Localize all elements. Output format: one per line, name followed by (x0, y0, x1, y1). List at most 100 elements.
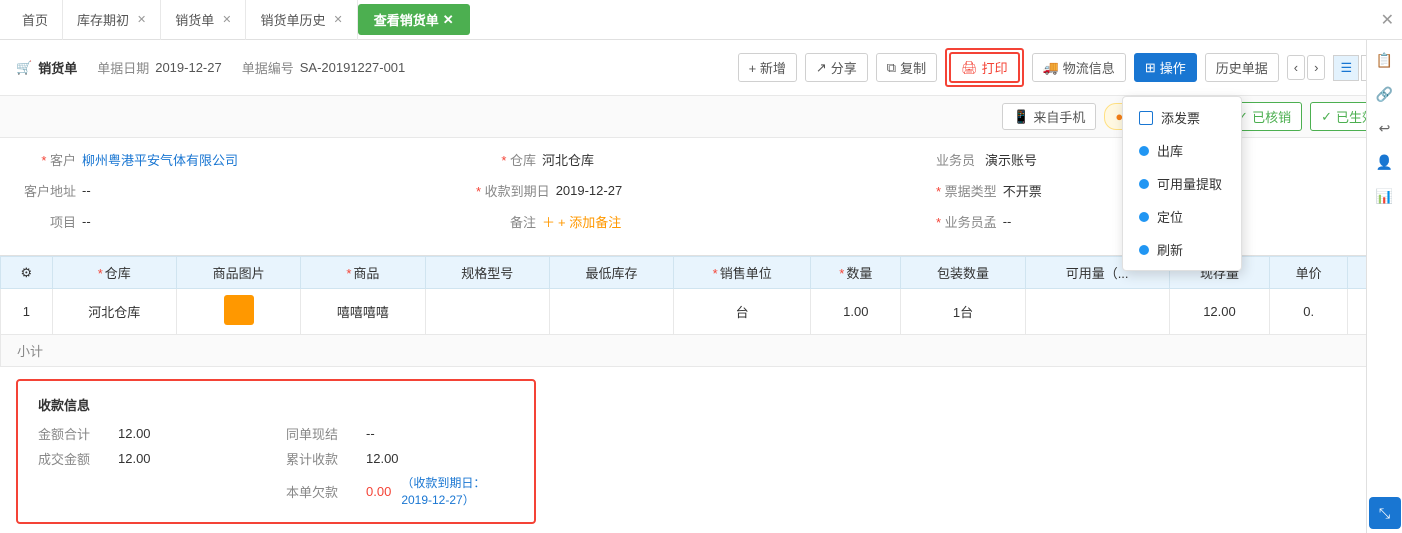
sidebar-clipboard-icon[interactable]: 📋 (1369, 44, 1401, 76)
row-product-img (176, 289, 300, 335)
next-button[interactable]: › (1307, 55, 1325, 80)
same-order-value: -- (366, 426, 375, 441)
customer-field: 客户 柳州粤港平安气体有限公司 (16, 150, 466, 169)
available-dot-icon (1139, 179, 1149, 189)
row-available (1025, 289, 1169, 335)
from-phone-button[interactable]: 📱 来自手机 (1002, 103, 1096, 130)
dropdown-locate[interactable]: 定位 (1123, 200, 1241, 233)
right-sidebar: 📋 🔗 ↩ 👤 📊 ⤡ (1366, 40, 1402, 533)
close-tab-sales[interactable]: ✕ (222, 13, 231, 26)
refresh-dot-icon (1139, 245, 1149, 255)
sidebar-chart-icon[interactable]: 📊 (1369, 180, 1401, 212)
doc-meta: 单据日期 2019-12-27 单据编号 SA-20191227-001 (97, 58, 717, 77)
nav-arrows: ‹ › (1287, 55, 1326, 80)
col-warehouse: *仓库 (52, 257, 176, 289)
warehouse-field: 仓库 河北仓库 (476, 150, 926, 169)
row-spec (425, 289, 549, 335)
transaction-row: 成交金额 12.00 (38, 449, 266, 468)
payment-info-box: 收款信息 金额合计 12.00 同单现结 -- 成交金额 12.00 累计收款 … (16, 379, 536, 524)
invoice-icon (1139, 111, 1153, 125)
cumulative-row: 累计收款 12.00 (286, 449, 514, 468)
doc-header: 🛒 销货单 单据日期 2019-12-27 单据编号 SA-20191227-0… (0, 40, 1402, 96)
subtotal-row: 小计 (1, 335, 1402, 367)
doc-actions: + 新增 ↗ 分享 ⧉ 复制 🖨 打印 🚚 物流信息 ⊞ (738, 48, 1386, 87)
dropdown-add-invoice[interactable]: 添发票 (1123, 101, 1241, 134)
ops-icon: ⊞ (1145, 60, 1156, 76)
add-note-button[interactable]: ＋ + 添加备注 (542, 212, 621, 231)
payment-date-field: 收款到期日 2019-12-27 (476, 181, 926, 200)
doc-date-field: 单据日期 2019-12-27 (97, 58, 222, 77)
dropdown-outbound[interactable]: 出库 (1123, 134, 1241, 167)
tab-sales-history[interactable]: 销货单历史 ✕ (246, 0, 357, 40)
print-icon: 🖨 (961, 60, 978, 76)
plus-icon: ＋ (542, 212, 555, 231)
print-button[interactable]: 🖨 打印 (949, 52, 1020, 83)
payment-info-grid: 金额合计 12.00 同单现结 -- 成交金额 12.00 累计收款 12.00… (38, 424, 514, 508)
logistics-button[interactable]: 🚚 物流信息 (1032, 53, 1126, 82)
arrears-note: （收款到期日：2019-12-27） (401, 474, 514, 508)
doc-number-field: 单据编号 SA-20191227-001 (242, 58, 406, 77)
ticket-type-label: 票据类型 (936, 181, 997, 200)
list-view-button[interactable]: ☰ (1333, 55, 1359, 81)
sidebar-expand-icon[interactable]: ⤡ (1369, 497, 1401, 529)
row-pack-qty: 1台 (901, 289, 1025, 335)
payment-date-label: 收款到期日 (476, 181, 550, 200)
locate-dot-icon (1139, 212, 1149, 222)
cumulative-value: 12.00 (366, 451, 399, 466)
col-pack-qty: 包装数量 (901, 257, 1025, 289)
col-spec: 规格型号 (425, 257, 549, 289)
new-button[interactable]: + 新增 (738, 53, 797, 82)
row-current-stock: 12.00 (1169, 289, 1270, 335)
row-quantity: 1.00 (811, 289, 901, 335)
table-row: 1 河北仓库 嘻嘻嘻嘻 台 1.00 1台 12.00 0. (1, 289, 1402, 335)
ticket-type-value: 不开票 (1003, 181, 1042, 200)
sidebar-link-icon[interactable]: 🔗 (1369, 78, 1401, 110)
dropdown-refresh[interactable]: 刷新 (1123, 233, 1241, 266)
window-close-button[interactable]: ✕ (1381, 10, 1394, 30)
transaction-value: 12.00 (118, 451, 151, 466)
col-settings[interactable]: ⚙ (1, 257, 53, 289)
project-label: 项目 (16, 212, 76, 231)
warehouse-value: 河北仓库 (542, 150, 594, 169)
check2-icon: ✓ (1321, 109, 1332, 125)
amount-total-row: 金额合计 12.00 (38, 424, 266, 443)
tab-home[interactable]: 首页 (8, 0, 63, 40)
col-min-stock: 最低库存 (549, 257, 673, 289)
tab-view-sales[interactable]: 查看销货单 ✕ (358, 4, 470, 35)
customer-value[interactable]: 柳州粤港平安气体有限公司 (82, 150, 238, 169)
history-button[interactable]: 历史单据 (1205, 53, 1279, 82)
operations-button[interactable]: ⊞ 操作 (1134, 53, 1197, 82)
close-tab-history[interactable]: ✕ (334, 13, 343, 26)
customer-label: 客户 (16, 150, 76, 169)
row-product: 嘻嘻嘻嘻 (301, 289, 425, 335)
data-table-wrapper: ⚙ *仓库 商品图片 *商品 规格型号 最低库存 *销售单位 *数量 包装数量 … (0, 255, 1402, 367)
dropdown-available-extract[interactable]: 可用量提取 (1123, 167, 1241, 200)
staff2-label: 业务员孟 (936, 212, 997, 231)
sidebar-user-icon[interactable]: 👤 (1369, 146, 1401, 178)
project-field: 项目 -- (16, 212, 466, 231)
phone-icon: 📱 (1013, 109, 1029, 125)
payment-info-title: 收款信息 (38, 395, 514, 414)
close-tab-view[interactable]: ✕ (443, 12, 454, 28)
address-value: -- (82, 183, 91, 198)
row-index: 1 (1, 289, 53, 335)
data-table: ⚙ *仓库 商品图片 *商品 规格型号 最低库存 *销售单位 *数量 包装数量 … (0, 256, 1402, 367)
prev-button[interactable]: ‹ (1287, 55, 1305, 80)
amount-total-value: 12.00 (118, 426, 151, 441)
tab-inventory-init[interactable]: 库存期初 ✕ (63, 0, 161, 40)
tab-sales-order[interactable]: 销货单 ✕ (161, 0, 246, 40)
close-tab-inventory[interactable]: ✕ (137, 13, 146, 26)
staff2-value: -- (1003, 214, 1012, 229)
print-button-wrapper: 🖨 打印 (945, 48, 1024, 87)
row-sales-unit: 台 (674, 289, 811, 335)
note-label: 备注 (476, 212, 536, 231)
arrears-row: 本单欠款 0.00 （收款到期日：2019-12-27） (286, 474, 514, 508)
share-button[interactable]: ↗ 分享 (805, 53, 868, 82)
row-unit-price: 0. (1270, 289, 1347, 335)
copy-icon: ⧉ (887, 60, 896, 76)
col-sales-unit: *销售单位 (674, 257, 811, 289)
sidebar-return-icon[interactable]: ↩ (1369, 112, 1401, 144)
col-quantity: *数量 (811, 257, 901, 289)
copy-button[interactable]: ⧉ 复制 (876, 53, 937, 82)
col-product-img: 商品图片 (176, 257, 300, 289)
